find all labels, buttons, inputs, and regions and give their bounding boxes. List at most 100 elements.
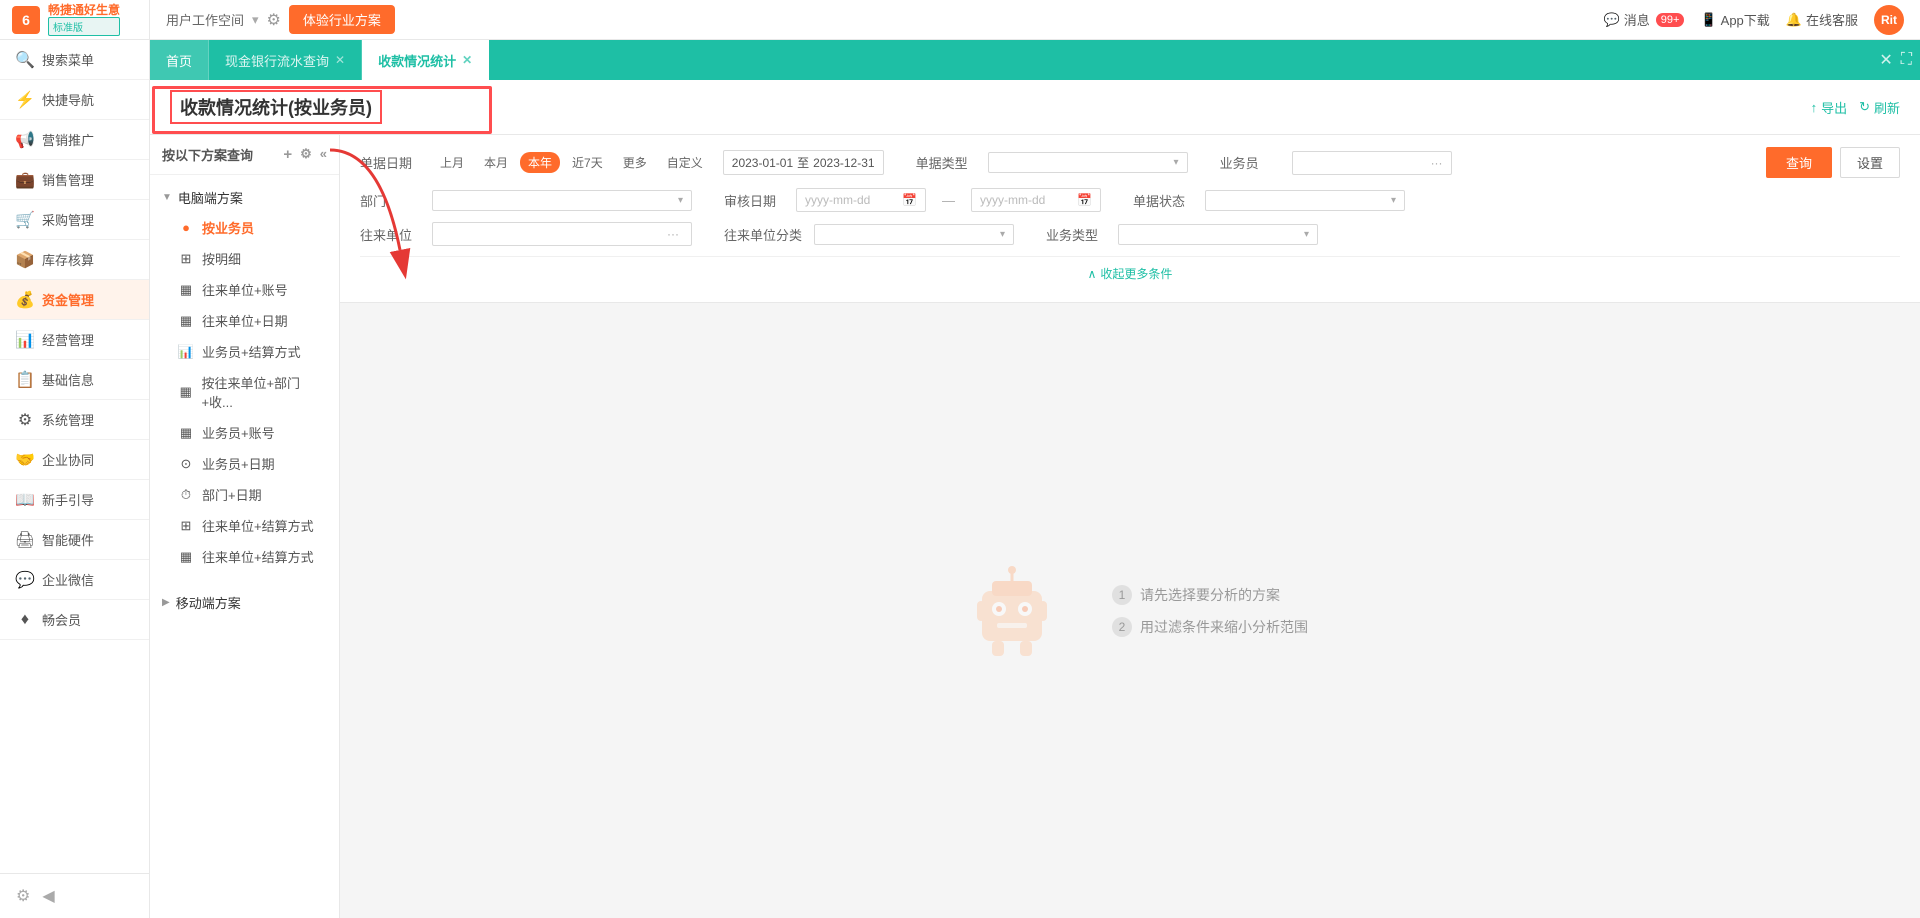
sidebar-item-finance[interactable]: 💰 资金管理 (0, 280, 149, 320)
mobile-section-title[interactable]: ▶ 移动端方案 (150, 588, 339, 617)
table1-icon: ▦ (178, 282, 194, 298)
audit-date-from[interactable]: yyyy-mm-dd 📅 (796, 188, 926, 212)
panel-header-actions: + ⚙ « (283, 146, 327, 163)
table3-icon: ▦ (178, 384, 193, 400)
sidebar-item-smart-hw[interactable]: 🖨 智能硬件 (0, 520, 149, 560)
dept-arrow-icon: ▾ (678, 195, 683, 206)
date-tab-this-year[interactable]: 本年 (520, 152, 560, 173)
clock-icon: ⏱ (178, 487, 194, 503)
workspace-dropdown-icon[interactable]: ▾ (252, 12, 259, 28)
tab-bank-flow[interactable]: 现金银行流水查询 ✕ (209, 40, 362, 80)
plan-item-unit-account[interactable]: ▦ 往来单位+账号 (150, 274, 339, 305)
tab-bank-flow-close[interactable]: ✕ (335, 53, 345, 67)
chat-icon: 💬 (16, 571, 34, 589)
plan-item-unit-date[interactable]: ▦ 往来单位+日期 (150, 305, 339, 336)
expand-icon[interactable]: ⛶ (1901, 51, 1912, 69)
plan-item-salesperson-date[interactable]: ⊙ 业务员+日期 (150, 448, 339, 479)
sidebar-item-purchase[interactable]: 🛒 采购管理 (0, 200, 149, 240)
date-tab-7days[interactable]: 近7天 (564, 152, 611, 173)
date-tabs: 上月 本月 本年 近7天 更多 自定义 (432, 152, 711, 173)
tab-collection-stats-close[interactable]: ✕ (462, 53, 472, 67)
plan-item-detail[interactable]: ⊞ 按明细 (150, 243, 339, 274)
user-avatar[interactable]: Rit (1874, 5, 1904, 35)
audit-date-to[interactable]: yyyy-mm-dd 📅 (971, 188, 1101, 212)
date-from: 2023-01-01 (732, 156, 793, 170)
date-tab-custom[interactable]: 自定义 (659, 152, 711, 173)
export-icon: ↑ (1811, 100, 1818, 115)
sidebar-label: 智能硬件 (42, 530, 94, 549)
table2-icon: ▦ (178, 313, 194, 329)
counterparty-category-label: 往来单位分类 (724, 225, 802, 244)
date-tab-last-month[interactable]: 上月 (432, 152, 472, 173)
mobile-section: ▶ 移动端方案 (150, 580, 339, 625)
sidebar-item-inventory[interactable]: 📦 库存核算 (0, 240, 149, 280)
panel-collapse-btn[interactable]: « (320, 146, 327, 163)
business-type-label: 业务类型 (1046, 225, 1106, 244)
date-range[interactable]: 2023-01-01 至 2023-12-31 (723, 150, 884, 175)
empty-tip-1: 1 请先选择要分析的方案 (1112, 585, 1308, 605)
panel-settings-btn[interactable]: ⚙ (300, 146, 312, 163)
sidebar-item-enterprise[interactable]: 🤝 企业协同 (0, 440, 149, 480)
table5-icon: ▦ (178, 549, 194, 565)
desktop-section-title[interactable]: ▼ 电脑端方案 (150, 183, 339, 212)
sidebar-item-guide[interactable]: 📖 新手引导 (0, 480, 149, 520)
counterparty-input[interactable]: ··· (432, 222, 692, 246)
gear-settings-icon[interactable]: ⚙ (267, 10, 281, 30)
tab-bar: 首页 现金银行流水查询 ✕ 收款情况统计 ✕ ✕ ⛶ (150, 40, 1920, 80)
trial-btn[interactable]: 体验行业方案 (289, 5, 395, 34)
online-support-btn[interactable]: 🔔 在线客服 (1786, 10, 1858, 29)
settings-filter-btn[interactable]: 设置 (1840, 147, 1900, 178)
sidebar-item-sales[interactable]: 💼 销售管理 (0, 160, 149, 200)
dept-select[interactable]: ▾ (432, 190, 692, 211)
sidebar-label: 经营管理 (42, 330, 94, 349)
tab-collection-stats[interactable]: 收款情况统计 ✕ (362, 40, 489, 80)
counterparty-dots-icon[interactable]: ··· (667, 227, 679, 241)
plan-item-unit-payment1[interactable]: ⊞ 往来单位+结算方式 (150, 510, 339, 541)
plan-item-salesperson-payment[interactable]: 📊 业务员+结算方式 (150, 336, 339, 367)
doc-type-select[interactable]: ▾ (988, 152, 1188, 173)
app-download-btn[interactable]: 📱 App下载 (1700, 10, 1769, 29)
sidebar-item-search-menu[interactable]: 🔍 搜索菜单 (0, 40, 149, 80)
plan-item-salesperson[interactable]: ● 按业务员 (150, 212, 339, 243)
sidebar-item-system[interactable]: ⚙ 系统管理 (0, 400, 149, 440)
doc-status-select[interactable]: ▾ (1205, 190, 1405, 211)
panel-header-text: 按以下方案查询 (162, 145, 253, 164)
plan-item-unit-payment2[interactable]: ▦ 往来单位+结算方式 (150, 541, 339, 572)
sidebar-item-marketing[interactable]: 📢 营销推广 (0, 120, 149, 160)
panel-add-btn[interactable]: + (283, 146, 292, 163)
bar-icon: 📊 (178, 344, 194, 360)
refresh-btn[interactable]: ↻ 刷新 (1859, 98, 1900, 117)
plan-item-dept-date[interactable]: ⏱ 部门+日期 (150, 479, 339, 510)
business-type-select[interactable]: ▾ (1118, 224, 1318, 245)
counterparty-cat-arrow-icon: ▾ (1000, 229, 1005, 240)
top-bar-left: 用户工作空间 ▾ ⚙ 体验行业方案 (166, 5, 395, 34)
collapse-sidebar-icon[interactable]: ◀ (42, 886, 54, 906)
search-icon: 🔍 (16, 51, 34, 69)
query-btn[interactable]: 查询 (1766, 147, 1832, 178)
plan-item-salesperson-account[interactable]: ▦ 业务员+账号 (150, 417, 339, 448)
settings-bottom-icon[interactable]: ⚙ (16, 886, 30, 906)
sidebar-item-member[interactable]: ♦ 畅会员 (0, 600, 149, 640)
plan-item-unit-dept[interactable]: ▦ 按往来单位+部门+收... (150, 367, 339, 417)
money-icon: 💰 (16, 291, 34, 309)
megaphone-icon: 📢 (16, 131, 34, 149)
close-window-icon[interactable]: ✕ (1879, 50, 1892, 70)
diamond-icon: ♦ (16, 611, 34, 629)
collapse-filter-btn[interactable]: ∧ 收起更多条件 (360, 256, 1900, 290)
sidebar-item-quick-nav[interactable]: ⚡ 快捷导航 (0, 80, 149, 120)
date-tab-this-month[interactable]: 本月 (476, 152, 516, 173)
counterparty-category-select[interactable]: ▾ (814, 224, 1014, 245)
book-icon: 📖 (16, 491, 34, 509)
sidebar-item-wechat[interactable]: 💬 企业微信 (0, 560, 149, 600)
tab-home[interactable]: 首页 (150, 40, 209, 80)
section-title-text: 电脑端方案 (178, 188, 243, 207)
date-tab-more[interactable]: 更多 (615, 152, 655, 173)
counterparty-label: 往来单位 (360, 225, 420, 244)
export-btn[interactable]: ↑ 导出 (1811, 98, 1848, 117)
sidebar-item-operations[interactable]: 📊 经营管理 (0, 320, 149, 360)
salesperson-select[interactable]: ··· (1292, 151, 1452, 175)
sidebar-item-basic-info[interactable]: 📋 基础信息 (0, 360, 149, 400)
empty-content: 1 请先选择要分析的方案 2 用过滤条件来缩小分析范围 (952, 551, 1308, 671)
left-panel: 按以下方案查询 + ⚙ « ▼ 电脑端方案 ● 按业务员 (150, 135, 340, 918)
messages-btn[interactable]: 💬 消息 99+ (1604, 10, 1685, 29)
